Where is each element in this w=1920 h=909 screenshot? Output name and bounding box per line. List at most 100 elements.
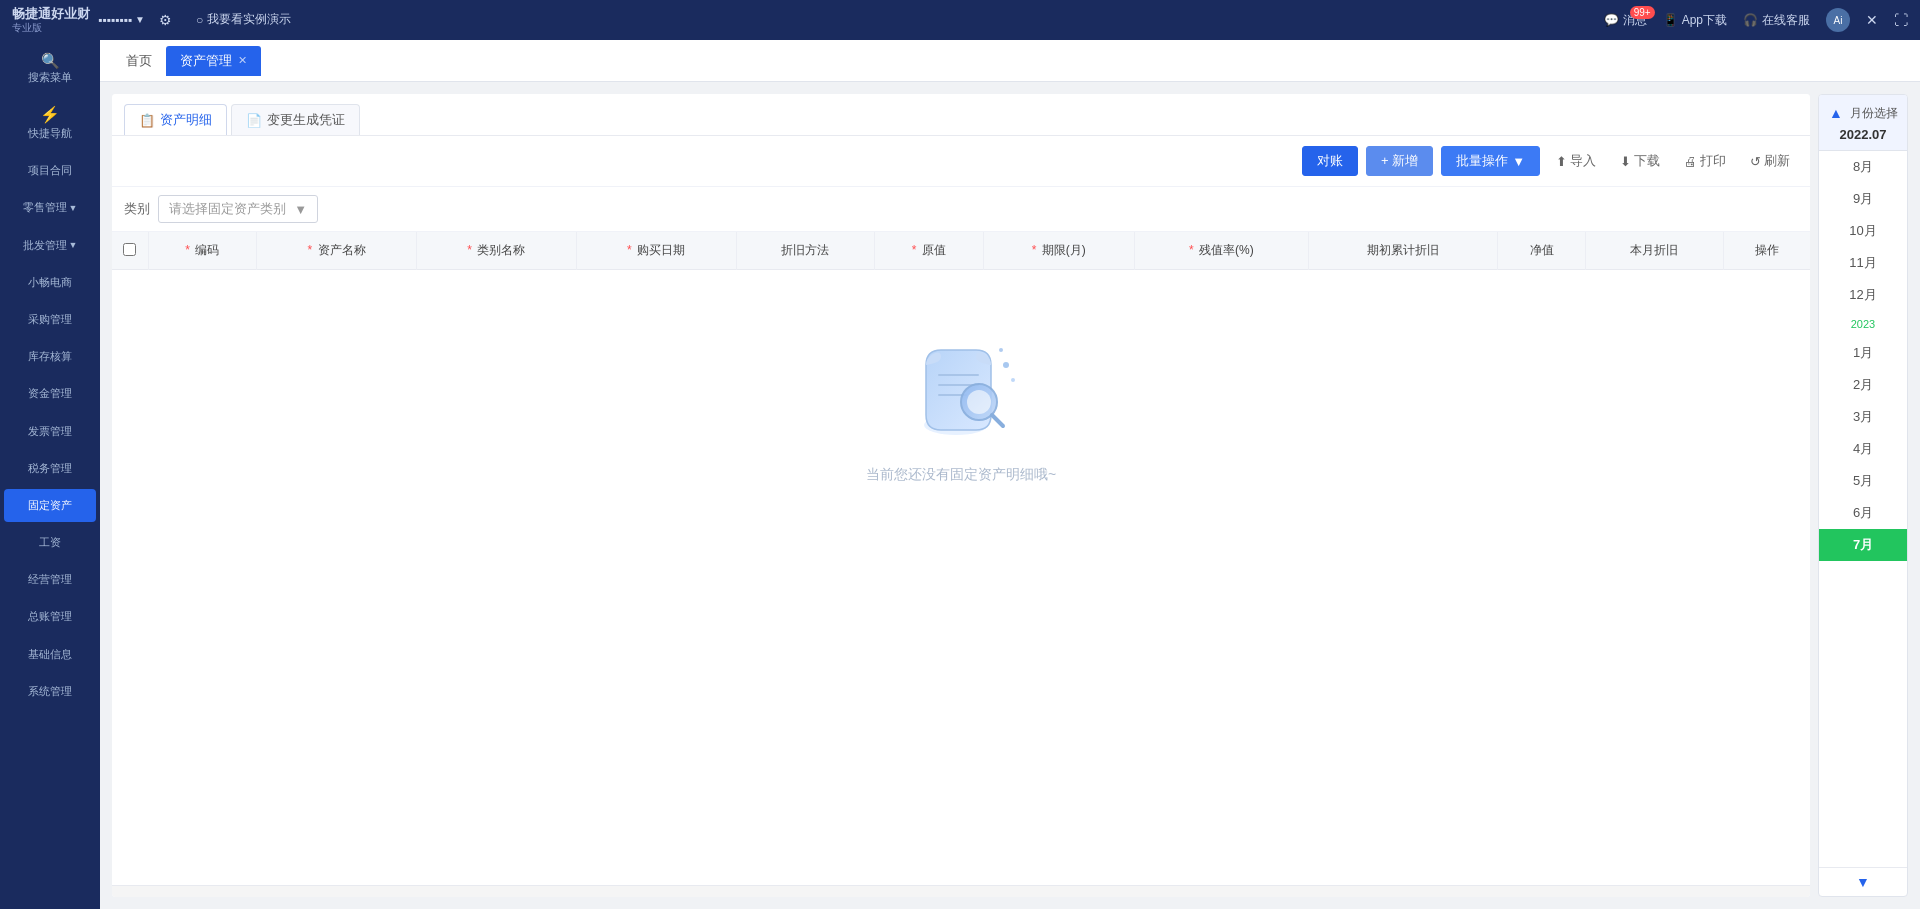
- import-btn[interactable]: ⬆ 导入: [1548, 147, 1604, 175]
- month-item-4[interactable]: 4月: [1819, 433, 1907, 465]
- svg-point-5: [967, 390, 991, 414]
- settings-icon-btn[interactable]: ⚙: [159, 12, 172, 28]
- bottom-scrollbar[interactable]: [112, 885, 1810, 897]
- month-item-11[interactable]: 11月: [1819, 247, 1907, 279]
- search-icon: 🔍: [4, 52, 96, 70]
- sidebar-wholesale-label: 批发管理: [23, 239, 67, 252]
- sidebar-retail-label: 零售管理: [23, 201, 67, 214]
- category-select[interactable]: 请选择固定资产类别 ▼: [158, 195, 318, 223]
- company-dropdown-btn[interactable]: ▪▪▪▪▪▪▪▪ ▼: [98, 13, 145, 27]
- sidebar-nav-label: 快捷导航: [28, 127, 72, 140]
- col-depreciation-method: 折旧方法: [736, 232, 874, 270]
- year-2023-marker: 2023: [1819, 311, 1907, 337]
- col-category: * 类别名称: [416, 232, 576, 270]
- sidebar-item-wholesale[interactable]: 批发管理 ▼: [4, 229, 96, 262]
- month-item-2[interactable]: 2月: [1819, 369, 1907, 401]
- sidebar-item-purchase[interactable]: 采购管理: [4, 303, 96, 336]
- month-item-9[interactable]: 9月: [1819, 183, 1907, 215]
- col-period-accum: 期初累计折旧: [1308, 232, 1498, 270]
- tab-close-icon[interactable]: ✕: [238, 54, 247, 67]
- import-icon: ⬆: [1556, 154, 1567, 169]
- month-item-12[interactable]: 12月: [1819, 279, 1907, 311]
- company-name-placeholder: ▪▪▪▪▪▪▪▪: [98, 13, 132, 27]
- app-download-btn[interactable]: 📱 App下载: [1663, 12, 1727, 29]
- sidebar-item-tax[interactable]: 税务管理: [4, 452, 96, 485]
- sidebar-item-finance[interactable]: 资金管理: [4, 377, 96, 410]
- wholesale-arrow-icon: ▼: [69, 240, 78, 250]
- sidebar-search-btn[interactable]: 🔍 搜索菜单: [0, 44, 100, 93]
- sub-tabs: 📋 资产明细 📄 变更生成凭证: [112, 94, 1810, 136]
- download-btn[interactable]: ⬇ 下载: [1612, 147, 1668, 175]
- sidebar-item-project[interactable]: 项目合同: [4, 154, 96, 187]
- month-item-6[interactable]: 6月: [1819, 497, 1907, 529]
- month-item-5[interactable]: 5月: [1819, 465, 1907, 497]
- sidebar-inventory-label: 库存核算: [28, 350, 72, 363]
- month-item-3[interactable]: 3月: [1819, 401, 1907, 433]
- top-header: 畅捷通好业财 专业版 ▪▪▪▪▪▪▪▪ ▼ ⚙ ○ 我要看实例演示 💬 消息 9…: [0, 0, 1920, 40]
- header-right: 💬 消息 99+ 📱 App下载 🎧 在线客服 Ai ✕ ⛶: [1604, 8, 1908, 32]
- empty-text: 当前您还没有固定资产明细哦~: [866, 466, 1056, 484]
- sidebar-item-retail[interactable]: 零售管理 ▼: [4, 191, 96, 224]
- tab-asset-mgmt[interactable]: 资产管理 ✕: [166, 46, 261, 76]
- demo-link[interactable]: ○ 我要看实例演示: [196, 11, 291, 28]
- category-arrow-icon: ▼: [294, 202, 307, 217]
- sidebar-item-nav[interactable]: ⚡ 快捷导航: [4, 95, 96, 150]
- sidebar-item-ecommerce[interactable]: 小畅电商: [4, 266, 96, 299]
- sidebar-item-system[interactable]: 系统管理: [4, 675, 96, 708]
- sidebar-search-label: 搜索菜单: [4, 70, 96, 85]
- select-all-checkbox[interactable]: [123, 243, 136, 256]
- svg-point-9: [999, 348, 1003, 352]
- tab-home-label: 首页: [126, 52, 152, 70]
- main-container: 🔍 搜索菜单 ⚡ 快捷导航 项目合同 零售管理 ▼ 批发管理 ▼ 小畅电商 采购…: [0, 40, 1920, 909]
- app-logo: 畅捷通好业财 专业版: [12, 7, 90, 32]
- col-original-value: * 原值: [874, 232, 983, 270]
- user-avatar[interactable]: Ai: [1826, 8, 1850, 32]
- table-header-row: * 编码 * 资产名称 * 类别名称: [112, 232, 1810, 270]
- month-next-btn[interactable]: ▼: [1852, 872, 1874, 892]
- add-btn[interactable]: + 新增: [1366, 146, 1433, 176]
- sidebar-item-basic-info[interactable]: 基础信息: [4, 638, 96, 671]
- sidebar-basic-info-label: 基础信息: [28, 648, 72, 661]
- empty-state-row: 当前您还没有固定资产明细哦~: [112, 270, 1810, 545]
- header-left: 畅捷通好业财 专业版 ▪▪▪▪▪▪▪▪ ▼ ⚙ ○ 我要看实例演示: [12, 7, 1604, 32]
- main-panel: 📋 资产明细 📄 变更生成凭证 对账 + 新增: [112, 94, 1810, 897]
- expand-btn[interactable]: ⛶: [1894, 12, 1908, 28]
- month-panel-footer: ▼: [1819, 867, 1907, 896]
- sidebar-invoice-label: 发票管理: [28, 425, 72, 438]
- month-item-10[interactable]: 10月: [1819, 215, 1907, 247]
- tab-asset-mgmt-label: 资产管理: [180, 52, 232, 70]
- month-item-1[interactable]: 1月: [1819, 337, 1907, 369]
- month-prev-btn[interactable]: ▲: [1825, 103, 1847, 123]
- month-panel-header: ▲ 月份选择 2022.07: [1819, 95, 1907, 151]
- retail-arrow-icon: ▼: [69, 203, 78, 213]
- sub-tab-change-voucher-label: 变更生成凭证: [267, 111, 345, 129]
- sidebar-purchase-label: 采购管理: [28, 313, 72, 326]
- sidebar-system-label: 系统管理: [28, 685, 72, 698]
- refresh-label: 刷新: [1764, 152, 1790, 170]
- sidebar-item-fixed-assets[interactable]: 固定资产: [4, 489, 96, 522]
- tab-home[interactable]: 首页: [112, 46, 166, 76]
- sidebar-item-invoice[interactable]: 发票管理: [4, 415, 96, 448]
- sub-tab-change-voucher[interactable]: 📄 变更生成凭证: [231, 104, 360, 135]
- batch-arrow-icon: ▼: [1512, 154, 1525, 169]
- refresh-btn[interactable]: ↺ 刷新: [1742, 147, 1798, 175]
- batch-btn[interactable]: 批量操作 ▼: [1441, 146, 1540, 176]
- sub-tab-asset-detail[interactable]: 📋 资产明细: [124, 104, 227, 135]
- sidebar-item-inventory[interactable]: 库存核算: [4, 340, 96, 373]
- message-badge: 99+: [1630, 6, 1655, 19]
- message-btn[interactable]: 💬 消息 99+: [1604, 12, 1647, 29]
- sidebar-item-general-ledger[interactable]: 总账管理: [4, 600, 96, 633]
- sidebar-item-operations[interactable]: 经营管理: [4, 563, 96, 596]
- sidebar-payroll-label: 工资: [39, 536, 61, 549]
- print-btn[interactable]: 🖨 打印: [1676, 147, 1734, 175]
- sidebar-item-payroll[interactable]: 工资: [4, 526, 96, 559]
- month-item-8[interactable]: 8月: [1819, 151, 1907, 183]
- month-item-7[interactable]: 7月: [1819, 529, 1907, 561]
- nav-icon: ⚡: [40, 105, 60, 124]
- online-service-btn[interactable]: 🎧 在线客服: [1743, 12, 1810, 29]
- col-net-value: 净值: [1498, 232, 1585, 270]
- close-panel-btn[interactable]: ✕: [1866, 12, 1878, 28]
- filter-category-label: 类别: [124, 200, 150, 218]
- reconcile-btn[interactable]: 对账: [1302, 146, 1358, 176]
- page-content: 📋 资产明细 📄 变更生成凭证 对账 + 新增: [100, 82, 1920, 909]
